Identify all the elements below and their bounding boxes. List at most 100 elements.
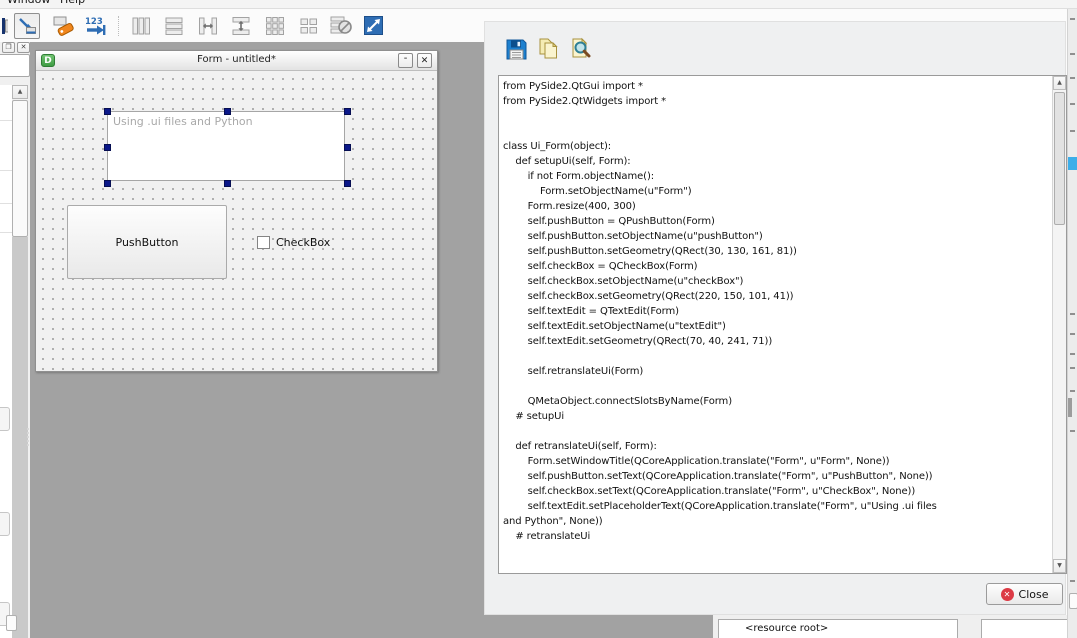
menu-help[interactable]: Help — [60, 0, 85, 6]
resource-preview-pane[interactable] — [981, 619, 1073, 638]
selection-handle-s[interactable] — [224, 180, 231, 187]
tree-item-fragment — [1070, 580, 1075, 582]
widget-list-item[interactable] — [0, 407, 10, 431]
dock-close-icon[interactable]: ✕ — [17, 42, 30, 53]
tree-item-fragment — [1070, 390, 1075, 392]
widget-box-scrollbar[interactable]: ▲ — [12, 85, 28, 638]
selection-handle-n[interactable] — [224, 108, 231, 115]
break-layout-icon[interactable] — [328, 13, 354, 39]
code-line — [503, 124, 1050, 139]
code-line: # setupUi — [503, 409, 1050, 424]
form-window-title: Form - untitled* — [36, 54, 437, 65]
layout-form-icon[interactable] — [296, 13, 322, 39]
code-line: self.textEdit.setPlaceholderText(QCoreAp… — [503, 499, 1050, 514]
selection-handle-w[interactable] — [104, 144, 111, 151]
widget-box-panel: ❐ ✕ ▲ — [0, 42, 30, 638]
pushbutton-widget[interactable]: PushButton — [67, 205, 227, 279]
code-line: self.checkBox.setText(QCoreApplication.t… — [503, 484, 1050, 499]
code-line: self.retranslateUi(Form) — [503, 364, 1050, 379]
resource-root-item[interactable]: <resource root> — [745, 623, 828, 634]
edit-widgets-icon[interactable] — [0, 13, 10, 39]
scrollbar-thumb[interactable] — [1068, 398, 1072, 417]
textedit-placeholder: Using .ui files and Python — [113, 115, 253, 128]
layout-vertical-icon[interactable] — [161, 13, 187, 39]
selection-handle-se[interactable] — [344, 180, 351, 187]
code-line: and Python", None)) — [503, 514, 1050, 529]
splitter-vertical-icon[interactable] — [228, 13, 254, 39]
form-canvas[interactable]: Using .ui files and Python PushButton Ch… — [36, 71, 437, 371]
tree-item-fragment — [1070, 333, 1075, 335]
panel-fragment — [6, 615, 17, 631]
layout-horizontal-icon[interactable] — [128, 13, 154, 39]
code-line: QMetaObject.connectSlotsByName(Form) — [503, 394, 1050, 409]
property-editor-sliver — [1067, 9, 1077, 638]
selection-handle-sw[interactable] — [104, 180, 111, 187]
edit-buddies-icon[interactable] — [51, 13, 77, 39]
widget-filter-input[interactable] — [0, 54, 30, 77]
scroll-down-icon[interactable]: ▼ — [1053, 559, 1066, 573]
resource-tree[interactable]: <resource root> — [718, 619, 958, 638]
tree-item-fragment — [1070, 18, 1075, 20]
tree-selected-row[interactable] — [1068, 157, 1077, 170]
scrollbar-thumb[interactable] — [1054, 92, 1065, 225]
checkbox-label[interactable]: CheckBox — [276, 236, 330, 249]
code-line: from PySide2.QtGui import * — [503, 79, 1050, 94]
adjust-size-icon[interactable] — [361, 13, 387, 39]
code-line: self.pushButton.setObjectName(u"pushButt… — [503, 229, 1050, 244]
code-lines: from PySide2.QtGui import *from PySide2.… — [499, 76, 1052, 573]
tree-item-fragment — [1070, 130, 1075, 132]
selection-handle-nw[interactable] — [104, 108, 111, 115]
close-button[interactable]: ✕ Close — [986, 583, 1063, 605]
form-window-titlebar[interactable]: D Form - untitled* - ✕ — [36, 51, 437, 71]
resource-browser-panel: <resource root> — [713, 615, 1077, 638]
code-line: self.textEdit.setGeometry(QRect(70, 40, … — [503, 334, 1050, 349]
toolbar-separator — [118, 16, 119, 36]
code-scrollbar[interactable]: ▲ ▼ — [1052, 76, 1066, 573]
widget-list-separator — [0, 120, 12, 121]
layout-grid-icon[interactable] — [262, 13, 288, 39]
code-line: if not Form.objectName(): — [503, 169, 1050, 184]
code-line — [503, 349, 1050, 364]
selection-handle-e[interactable] — [344, 144, 351, 151]
widget-list-separator — [0, 232, 12, 233]
textedit-widget[interactable]: Using .ui files and Python — [107, 111, 345, 181]
code-line: # retranslateUi — [503, 529, 1050, 544]
scrollbar-thumb[interactable] — [12, 100, 28, 237]
menu-window[interactable]: Window — [7, 0, 50, 6]
panel-fragment — [1069, 593, 1077, 609]
edit-signals-slots-icon[interactable] — [14, 13, 40, 39]
code-line: Form.resize(400, 300) — [503, 199, 1050, 214]
edit-tab-order-icon[interactable]: 123 — [82, 13, 108, 39]
code-line — [503, 424, 1050, 439]
code-line: Form.setWindowTitle(QCoreApplication.tra… — [503, 454, 1050, 469]
splitter-handle[interactable] — [26, 427, 30, 447]
code-line: Form.setObjectName(u"Form") — [503, 184, 1050, 199]
menubar: Window Help — [0, 0, 1077, 9]
scroll-up-icon[interactable]: ▲ — [12, 85, 28, 99]
splitter-horizontal-icon[interactable] — [195, 13, 221, 39]
save-icon[interactable] — [503, 36, 529, 62]
selection-handle-ne[interactable] — [344, 108, 351, 115]
close-icon[interactable]: ✕ — [417, 53, 432, 68]
tree-item-fragment — [1070, 313, 1075, 315]
close-x-icon: ✕ — [1001, 588, 1014, 601]
checkbox-widget[interactable] — [257, 236, 270, 249]
code-line: from PySide2.QtWidgets import * — [503, 94, 1050, 109]
widget-box-list[interactable] — [0, 85, 12, 638]
scroll-up-icon[interactable]: ▲ — [1053, 76, 1066, 90]
form-designer-window: D Form - untitled* - ✕ Using .ui files a… — [35, 50, 438, 372]
code-viewer-dialog: from PySide2.QtGui import *from PySide2.… — [484, 21, 1066, 615]
minimize-icon[interactable]: - — [398, 53, 413, 68]
code-line: self.checkBox = QCheckBox(Form) — [503, 259, 1050, 274]
find-icon[interactable] — [568, 36, 594, 62]
code-line: def retranslateUi(self, Form): — [503, 439, 1050, 454]
code-view[interactable]: from PySide2.QtGui import *from PySide2.… — [498, 75, 1067, 574]
tree-item-fragment — [1070, 367, 1075, 369]
copy-icon[interactable] — [536, 36, 562, 62]
code-line: self.textEdit = QTextEdit(Form) — [503, 304, 1050, 319]
code-line: self.textEdit.setObjectName(u"textEdit") — [503, 319, 1050, 334]
code-line: self.checkBox.setObjectName(u"checkBox") — [503, 274, 1050, 289]
widget-list-item[interactable] — [0, 512, 10, 536]
code-line: self.pushButton.setGeometry(QRect(30, 13… — [503, 244, 1050, 259]
dock-float-icon[interactable]: ❐ — [2, 42, 15, 53]
